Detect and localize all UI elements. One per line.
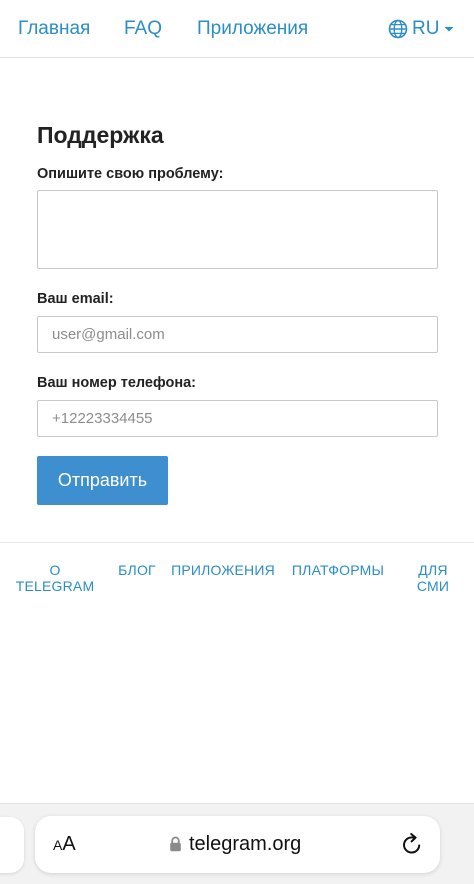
problem-label: Опишите свою проблему: bbox=[37, 166, 224, 182]
reload-icon[interactable] bbox=[401, 832, 423, 861]
caret-down-icon bbox=[443, 23, 455, 35]
support-form: Поддержка Опишите свою проблему: Ваш ema… bbox=[37, 120, 438, 505]
footer-about-line1: О bbox=[49, 562, 61, 578]
footer-about-link[interactable]: О TELEGRAM bbox=[12, 562, 98, 594]
footer-blog-link[interactable]: БЛОГ bbox=[115, 562, 159, 578]
submit-button[interactable]: Отправить bbox=[37, 456, 168, 505]
footer-press-line1: ДЛЯ bbox=[418, 562, 448, 578]
phone-label: Ваш номер телефона: bbox=[37, 375, 197, 391]
language-selector[interactable]: RU bbox=[388, 17, 455, 41]
footer-platforms-link[interactable]: ПЛАТФОРМЫ bbox=[289, 562, 387, 578]
problem-textarea[interactable] bbox=[37, 190, 438, 269]
previous-tab-edge[interactable] bbox=[0, 817, 24, 873]
footer-links: О TELEGRAM БЛОГ ПРИЛОЖЕНИЯ ПЛАТФОРМЫ ДЛЯ… bbox=[0, 542, 474, 612]
footer-press-link[interactable]: ДЛЯ СМИ bbox=[410, 562, 456, 594]
url-text: telegram.org bbox=[189, 833, 302, 855]
nav-apps-link[interactable]: Приложения bbox=[197, 17, 308, 41]
phone-field[interactable] bbox=[37, 400, 438, 437]
globe-icon bbox=[388, 19, 408, 39]
email-label: Ваш email: bbox=[37, 291, 114, 307]
top-navigation: Главная FAQ Приложения RU bbox=[0, 0, 474, 58]
email-field[interactable] bbox=[37, 316, 438, 353]
nav-faq-link[interactable]: FAQ bbox=[124, 17, 162, 41]
language-label: RU bbox=[412, 18, 440, 39]
footer-about-line2: TELEGRAM bbox=[15, 578, 95, 594]
page-title: Поддержка bbox=[37, 122, 164, 148]
lock-icon bbox=[169, 836, 182, 857]
text-size-large-glyph: A bbox=[62, 833, 76, 855]
browser-toolbar: AA telegram.org bbox=[0, 803, 474, 884]
footer-press-line2: СМИ bbox=[416, 578, 450, 594]
nav-home-link[interactable]: Главная bbox=[18, 17, 90, 41]
address-bar[interactable]: AA telegram.org bbox=[35, 816, 440, 873]
text-size-button[interactable]: AA bbox=[53, 833, 76, 856]
text-size-small-glyph: A bbox=[53, 837, 63, 853]
footer-apps-link[interactable]: ПРИЛОЖЕНИЯ bbox=[169, 562, 277, 578]
